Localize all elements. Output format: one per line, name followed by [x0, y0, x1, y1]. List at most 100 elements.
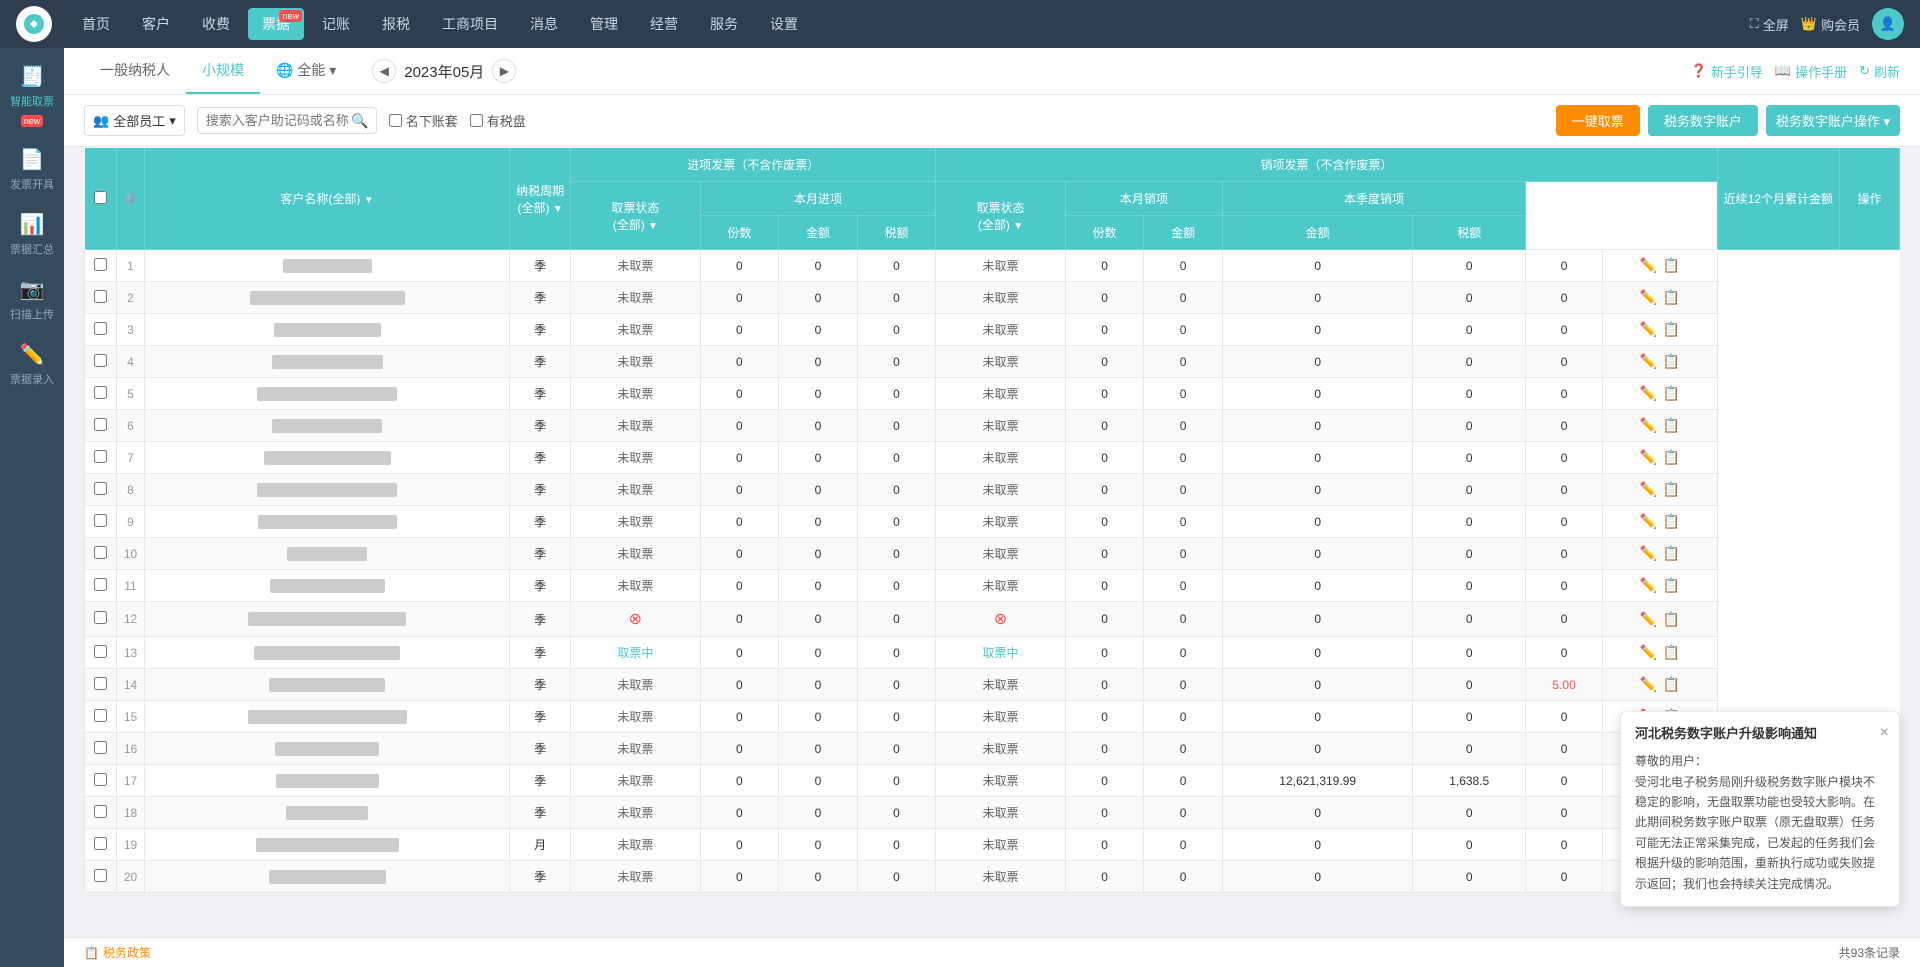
- search-input[interactable]: [197, 107, 377, 134]
- search-icon[interactable]: 🔍: [351, 112, 368, 129]
- underaccount-checkbox-label[interactable]: 名下账套: [389, 111, 458, 130]
- tax-period-cell: 季: [510, 378, 571, 410]
- nav-invoice[interactable]: 票据 new: [248, 8, 304, 40]
- copy-icon[interactable]: 📋: [1663, 321, 1680, 338]
- refresh-btn[interactable]: ↻ 刷新: [1859, 62, 1900, 81]
- nav-settings[interactable]: 设置: [756, 8, 812, 40]
- row-checkbox[interactable]: [94, 645, 107, 658]
- row-checkbox[interactable]: [94, 578, 107, 591]
- row-checkbox[interactable]: [94, 482, 107, 495]
- taxdisk-checkbox[interactable]: [470, 114, 483, 127]
- tax-period-cell: 季: [510, 282, 571, 314]
- one-click-invoice-btn[interactable]: 一键取票: [1556, 105, 1640, 136]
- edit-icon[interactable]: ✏️: [1639, 257, 1656, 274]
- row-checkbox[interactable]: [94, 709, 107, 722]
- tab-all-in-one[interactable]: 🌐 全能 ▾: [260, 48, 352, 94]
- copy-icon[interactable]: 📋: [1663, 289, 1680, 306]
- prev-period-btn[interactable]: ◀: [372, 59, 396, 83]
- row-checkbox[interactable]: [94, 290, 107, 303]
- qrt-tax-cell: 0: [1413, 282, 1526, 314]
- fullscreen-btn[interactable]: ⛶ 全屏: [1750, 15, 1789, 34]
- nav-message[interactable]: 消息: [516, 8, 572, 40]
- user-avatar[interactable]: 👤: [1872, 8, 1904, 40]
- underaccount-checkbox[interactable]: [389, 114, 402, 127]
- row-checkbox[interactable]: [94, 258, 107, 271]
- copy-icon[interactable]: 📋: [1663, 513, 1680, 530]
- app-logo[interactable]: [16, 6, 52, 42]
- tax-policy-link[interactable]: 📋 税务政策: [84, 944, 151, 961]
- nav-home[interactable]: 首页: [68, 8, 124, 40]
- new-guide-btn[interactable]: ❓ 新手引导: [1691, 62, 1763, 81]
- copy-icon[interactable]: 📋: [1663, 481, 1680, 498]
- in-amount-cell: 0: [779, 250, 858, 282]
- row-number: 8: [117, 474, 145, 506]
- nav-operation[interactable]: 经营: [636, 8, 692, 40]
- copy-icon[interactable]: 📋: [1663, 449, 1680, 466]
- nav-billing[interactable]: 收费: [188, 8, 244, 40]
- row-checkbox[interactable]: [94, 546, 107, 559]
- row-checkbox[interactable]: [94, 677, 107, 690]
- copy-icon[interactable]: 📋: [1663, 385, 1680, 402]
- nav-customer[interactable]: 客户: [128, 8, 184, 40]
- select-all-checkbox[interactable]: [94, 191, 107, 204]
- edit-icon[interactable]: ✏️: [1639, 611, 1656, 628]
- nav-service[interactable]: 服务: [696, 8, 752, 40]
- edit-icon[interactable]: ✏️: [1639, 417, 1656, 434]
- next-period-btn[interactable]: ▶: [492, 59, 516, 83]
- nav-tax[interactable]: 报税: [368, 8, 424, 40]
- copy-icon[interactable]: 📋: [1663, 353, 1680, 370]
- action-icons-group: ✏️ 📋: [1609, 417, 1710, 434]
- row-checkbox[interactable]: [94, 611, 107, 624]
- row-checkbox[interactable]: [94, 354, 107, 367]
- edit-icon[interactable]: ✏️: [1639, 577, 1656, 594]
- copy-icon[interactable]: 📋: [1663, 577, 1680, 594]
- digital-account-ops-btn[interactable]: 税务数字账户操作 ▾: [1766, 105, 1900, 136]
- manual-btn[interactable]: 📖 操作手册: [1775, 62, 1847, 81]
- membership-btn[interactable]: 👑 购会员: [1801, 15, 1860, 34]
- edit-icon[interactable]: ✏️: [1639, 353, 1656, 370]
- tab-small-scale[interactable]: 小规模: [186, 48, 260, 94]
- copy-icon[interactable]: 📋: [1663, 545, 1680, 562]
- copy-icon[interactable]: 📋: [1663, 611, 1680, 628]
- staff-filter[interactable]: 👥 全部员工 ▾: [84, 105, 185, 136]
- sidebar-item-entry[interactable]: ✏️ 票据录入: [0, 334, 64, 395]
- copy-icon[interactable]: 📋: [1663, 257, 1680, 274]
- copy-icon[interactable]: 📋: [1663, 644, 1680, 661]
- tab-general-taxpayer[interactable]: 一般纳税人: [84, 48, 186, 94]
- edit-icon[interactable]: ✏️: [1639, 513, 1656, 530]
- nav-business[interactable]: 工商项目: [428, 8, 512, 40]
- row-checkbox[interactable]: [94, 450, 107, 463]
- customer-name-blurred: [283, 259, 372, 273]
- qrt-tax-cell: 0: [1413, 829, 1526, 861]
- edit-icon[interactable]: ✏️: [1639, 545, 1656, 562]
- notification-close-btn[interactable]: ×: [1880, 720, 1889, 746]
- row-checkbox[interactable]: [94, 805, 107, 818]
- edit-icon[interactable]: ✏️: [1639, 289, 1656, 306]
- row-checkbox[interactable]: [94, 773, 107, 786]
- tax-period-cell: 季: [510, 250, 571, 282]
- sidebar-item-smart-invoice[interactable]: 🧾 智能取票 new: [0, 56, 64, 135]
- copy-icon[interactable]: 📋: [1663, 417, 1680, 434]
- edit-icon[interactable]: ✏️: [1639, 385, 1656, 402]
- out-amount-cell: 0: [1144, 765, 1223, 797]
- row-checkbox[interactable]: [94, 322, 107, 335]
- row-checkbox[interactable]: [94, 869, 107, 882]
- nav-manage[interactable]: 管理: [576, 8, 632, 40]
- edit-icon[interactable]: ✏️: [1639, 449, 1656, 466]
- digital-account-btn[interactable]: 税务数字账户: [1648, 105, 1758, 136]
- row-checkbox[interactable]: [94, 386, 107, 399]
- taxdisk-checkbox-label[interactable]: 有税盘: [470, 111, 526, 130]
- nav-bookkeeping[interactable]: 记账: [308, 8, 364, 40]
- row-checkbox[interactable]: [94, 514, 107, 527]
- edit-icon[interactable]: ✏️: [1639, 676, 1656, 693]
- row-checkbox[interactable]: [94, 741, 107, 754]
- sidebar-item-scan[interactable]: 📷 扫描上传: [0, 269, 64, 330]
- copy-icon[interactable]: 📋: [1663, 676, 1680, 693]
- row-checkbox[interactable]: [94, 418, 107, 431]
- sidebar-item-summary[interactable]: 📊 票据汇总: [0, 204, 64, 265]
- row-checkbox[interactable]: [94, 837, 107, 850]
- edit-icon[interactable]: ✏️: [1639, 481, 1656, 498]
- sidebar-item-open-invoice[interactable]: 📄 发票开具: [0, 139, 64, 200]
- edit-icon[interactable]: ✏️: [1639, 644, 1656, 661]
- edit-icon[interactable]: ✏️: [1639, 321, 1656, 338]
